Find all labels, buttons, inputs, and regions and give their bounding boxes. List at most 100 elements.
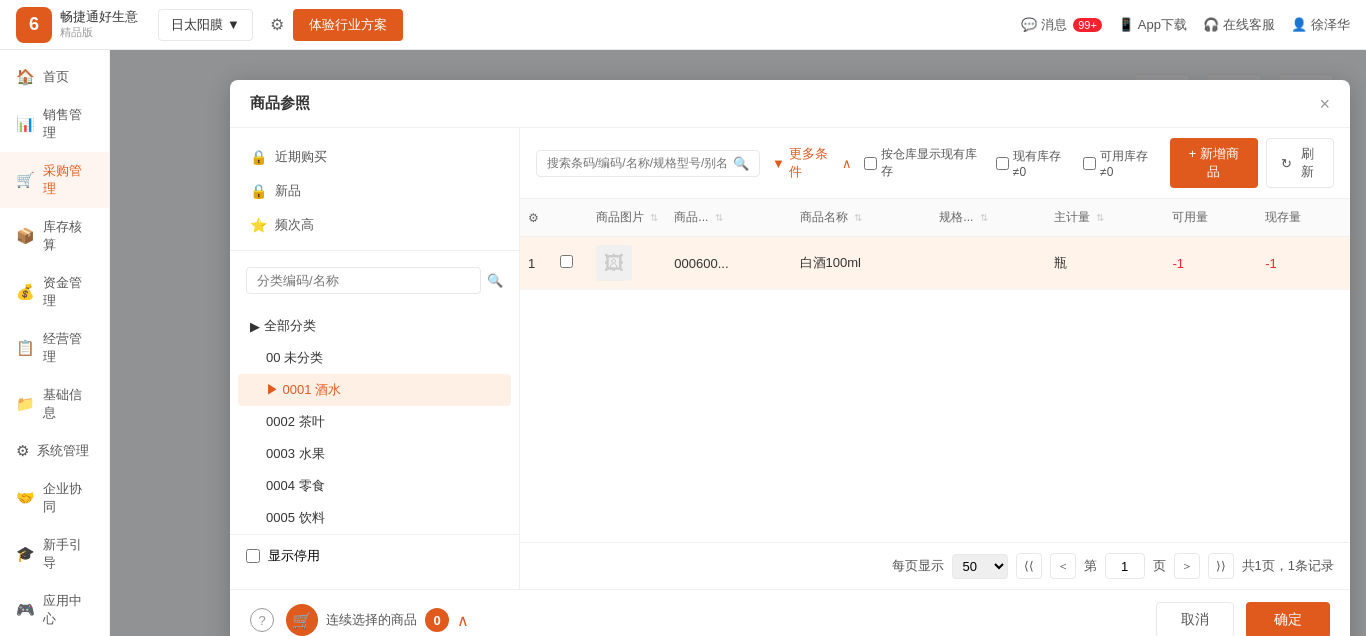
cat-0001[interactable]: ▶ 0001 酒水 bbox=[238, 374, 511, 406]
sort-name-icon: ⇅ bbox=[854, 212, 862, 223]
cat-0003[interactable]: 0003 水果 bbox=[238, 438, 511, 470]
show-disabled-label: 显示停用 bbox=[268, 547, 320, 565]
high-freq-item[interactable]: ⭐ 频次高 bbox=[238, 208, 511, 242]
cat-search-icon[interactable]: 🔍 bbox=[487, 273, 503, 288]
home-icon: 🏠 bbox=[16, 68, 35, 86]
product-search-input[interactable] bbox=[547, 156, 727, 170]
sidebar-item-guide[interactable]: 🎓 新手引导 bbox=[0, 526, 109, 582]
search-input-wrap: 🔍 bbox=[536, 150, 760, 177]
filter-btn[interactable]: ▼ 更多条件 ∧ bbox=[772, 145, 852, 181]
inventory-icon: 📦 bbox=[16, 227, 35, 245]
search-bar: 🔍 ▼ 更多条件 ∧ 按仓库显示现有库存 bbox=[520, 128, 1350, 199]
add-product-btn[interactable]: + 新增商品 bbox=[1170, 138, 1257, 188]
left-panel: 🔒 近期购买 🔒 新品 ⭐ 频次高 bbox=[230, 128, 520, 589]
row-checkbox[interactable] bbox=[560, 255, 573, 268]
category-tree: ▶ 全部分类 00 未分类 ▶ 0001 酒水 0002 茶叶 bbox=[230, 302, 519, 534]
sidebar-item-apps[interactable]: 🎮 应用中心 bbox=[0, 582, 109, 636]
cat-0005[interactable]: 0005 饮料 bbox=[238, 502, 511, 534]
col-name: 商品名称 ⇅ bbox=[792, 199, 932, 237]
next-page-btn[interactable]: ＞ bbox=[1174, 553, 1200, 579]
row-code: 000600... bbox=[666, 237, 791, 290]
cart-icon-wrap[interactable]: 🛒 bbox=[286, 604, 318, 636]
available-stock-label: 可用库存≠0 bbox=[1100, 148, 1158, 179]
sidebar-item-system[interactable]: ⚙ 系统管理 bbox=[0, 432, 109, 470]
page-size-label: 每页显示 bbox=[892, 557, 944, 575]
new-products-item[interactable]: 🔒 新品 bbox=[238, 174, 511, 208]
last-page-btn[interactable]: ⟩⟩ bbox=[1208, 553, 1234, 579]
sidebar-label-finance: 资金管理 bbox=[43, 274, 93, 310]
help-icon[interactable]: ? bbox=[250, 608, 274, 632]
system-icon: ⚙ bbox=[16, 442, 29, 460]
available-stock-checkbox[interactable] bbox=[1083, 157, 1096, 170]
row-stock: -1 bbox=[1257, 237, 1350, 290]
guide-icon: 🎓 bbox=[16, 545, 35, 563]
cancel-button[interactable]: 取消 bbox=[1156, 602, 1234, 636]
cat-search-input[interactable] bbox=[246, 267, 481, 294]
refresh-label: 刷新 bbox=[1296, 145, 1319, 181]
headset-icon: 🎧 bbox=[1203, 17, 1219, 32]
logo-icon: 6 bbox=[16, 7, 52, 43]
sidebar-item-enterprise[interactable]: 🤝 企业协同 bbox=[0, 470, 109, 526]
table-row[interactable]: 1 🖼 000600... bbox=[520, 237, 1350, 290]
warehouse-label: 按仓库显示现有库存 bbox=[881, 146, 984, 180]
sidebar-item-finance[interactable]: 💰 资金管理 bbox=[0, 264, 109, 320]
sidebar-item-inventory[interactable]: 📦 库存核算 bbox=[0, 208, 109, 264]
first-page-btn[interactable]: ⟨⟨ bbox=[1016, 553, 1042, 579]
sidebar-item-sales[interactable]: 📊 销售管理 bbox=[0, 96, 109, 152]
gear-button[interactable]: ⚙ bbox=[261, 9, 293, 41]
table-header-row: ⚙ 商品图片 ⇅ 商品... ⇅ bbox=[520, 199, 1350, 237]
confirm-button[interactable]: 确定 bbox=[1246, 602, 1330, 636]
show-disabled-checkbox[interactable] bbox=[246, 549, 260, 563]
user-avatar[interactable]: 👤 徐泽华 bbox=[1291, 16, 1350, 34]
selector-label: 日太阳膜 bbox=[171, 16, 223, 34]
sidebar-item-operations[interactable]: 📋 经营管理 bbox=[0, 320, 109, 376]
sales-icon: 📊 bbox=[16, 115, 35, 133]
phone-icon: 📱 bbox=[1118, 17, 1134, 32]
left-panel-menu: 🔒 近期购买 🔒 新品 ⭐ 频次高 bbox=[230, 140, 519, 242]
search-magnify-icon[interactable]: 🔍 bbox=[733, 156, 749, 171]
cart-area: 🛒 连续选择的商品 0 ∧ bbox=[286, 604, 469, 636]
recent-buy-item[interactable]: 🔒 近期购买 bbox=[238, 140, 511, 174]
products-table: ⚙ 商品图片 ⇅ 商品... ⇅ bbox=[520, 199, 1350, 290]
prev-page-btn[interactable]: ＜ bbox=[1050, 553, 1076, 579]
sidebar-item-home[interactable]: 🏠 首页 bbox=[0, 58, 109, 96]
filter-label: 更多条件 bbox=[789, 145, 838, 181]
arrow-icon: ▶ bbox=[250, 319, 260, 334]
page-number-input[interactable] bbox=[1105, 553, 1145, 579]
warehouse-checkbox[interactable] bbox=[864, 157, 877, 170]
modal-close-button[interactable]: × bbox=[1319, 95, 1330, 113]
checkbox-current-stock: 现有库存≠0 bbox=[996, 148, 1071, 179]
sidebar-item-purchase[interactable]: 🛒 采购管理 bbox=[0, 152, 109, 208]
page-size-select[interactable]: 50 100 200 bbox=[952, 554, 1008, 579]
sidebar-item-basic[interactable]: 📁 基础信息 bbox=[0, 376, 109, 432]
app-name: 畅捷通好生意 bbox=[60, 9, 138, 26]
toolbar-right: + 新增商品 ↻ 刷新 bbox=[1170, 138, 1334, 188]
avatar-icon: 👤 bbox=[1291, 17, 1307, 32]
refresh-btn[interactable]: ↻ 刷新 bbox=[1266, 138, 1334, 188]
sidebar-label-home: 首页 bbox=[43, 68, 69, 86]
cat-0002[interactable]: 0002 茶叶 bbox=[238, 406, 511, 438]
experience-btn[interactable]: 体验行业方案 bbox=[293, 9, 403, 41]
col-spec: 规格... ⇅ bbox=[931, 199, 1046, 237]
app-download-btn[interactable]: 📱 App下载 bbox=[1118, 16, 1187, 34]
filter-icon: ▼ bbox=[772, 156, 785, 171]
selector-dropdown[interactable]: 日太阳膜 ▼ bbox=[158, 9, 253, 41]
checkbox-available-stock: 可用库存≠0 bbox=[1083, 148, 1158, 179]
sidebar-label-basic: 基础信息 bbox=[43, 386, 93, 422]
messages-btn[interactable]: 💬 消息 99+ bbox=[1021, 16, 1102, 34]
row-checkbox-cell[interactable] bbox=[552, 237, 588, 290]
cat-0004[interactable]: 0004 零食 bbox=[238, 470, 511, 502]
filter-arrow: ∧ bbox=[842, 156, 852, 171]
online-service-btn[interactable]: 🎧 在线客服 bbox=[1203, 16, 1275, 34]
cart-count: 0 bbox=[425, 608, 449, 632]
modal-footer: ? 🛒 连续选择的商品 0 ∧ 取消 确定 bbox=[230, 589, 1350, 636]
col-available: 可用量 bbox=[1164, 199, 1257, 237]
current-stock-checkbox[interactable] bbox=[996, 157, 1009, 170]
cat-all[interactable]: ▶ 全部分类 bbox=[238, 310, 511, 342]
collapse-up-icon[interactable]: ∧ bbox=[457, 611, 469, 630]
cat-00[interactable]: 00 未分类 bbox=[238, 342, 511, 374]
app-sub: 精品版 bbox=[60, 25, 138, 40]
row-img-cell: 🖼 bbox=[588, 237, 666, 290]
sidebar-label-sales: 销售管理 bbox=[43, 106, 93, 142]
modal-title: 商品参照 bbox=[250, 94, 310, 113]
